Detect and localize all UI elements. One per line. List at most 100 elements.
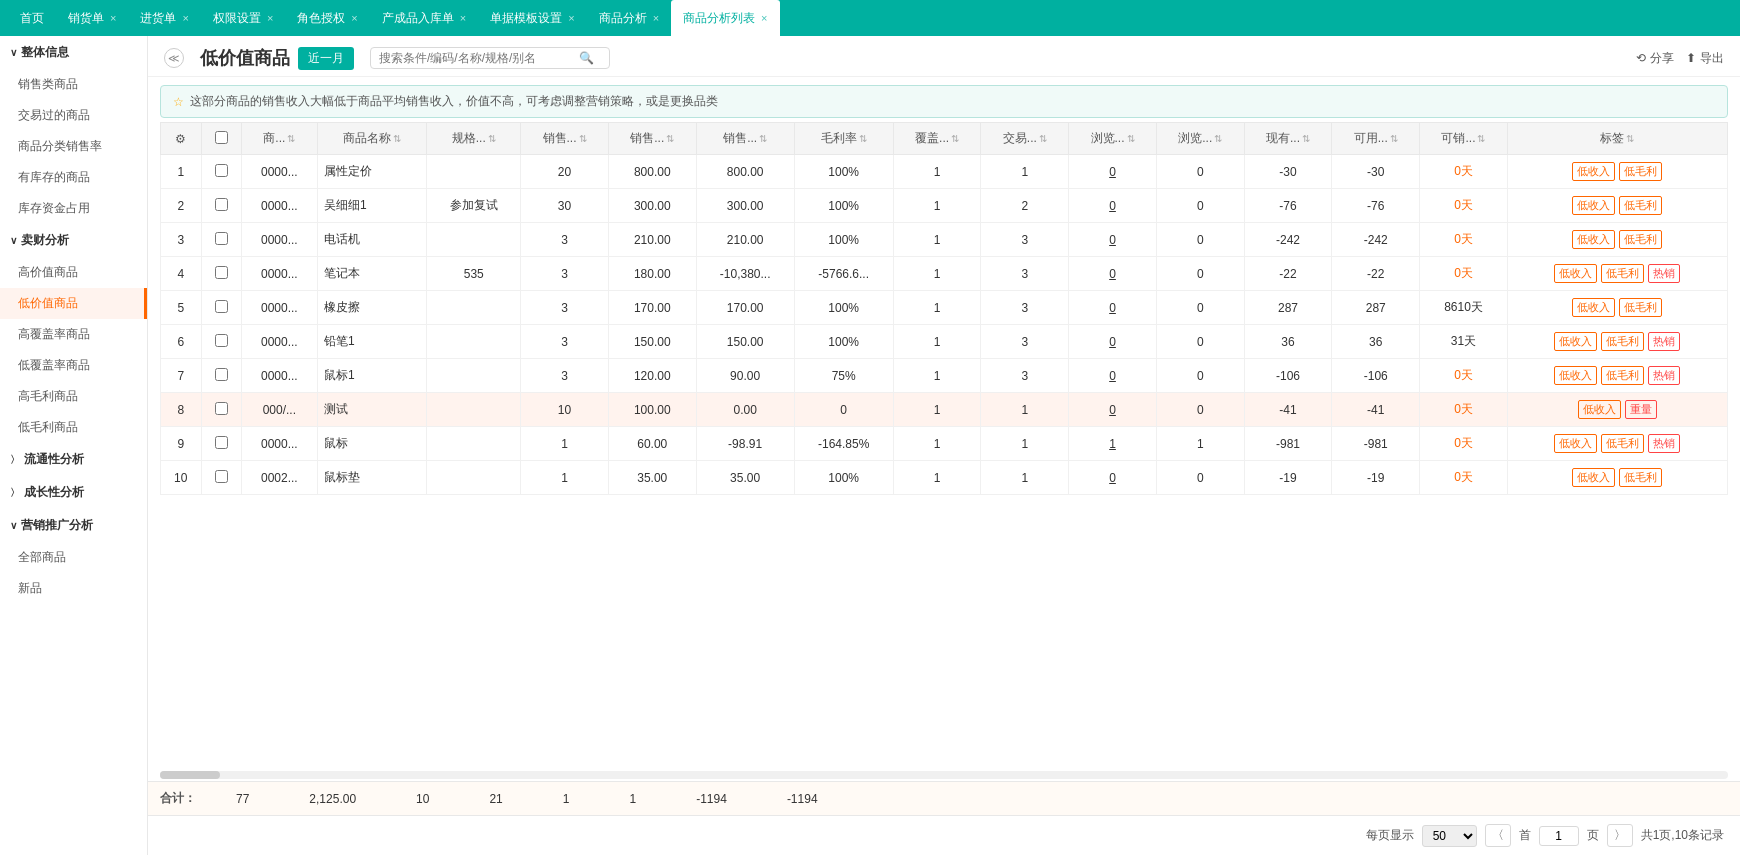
row-name[interactable]: 电话机 xyxy=(318,223,427,257)
export-button[interactable]: ⬆ 导出 xyxy=(1686,50,1724,67)
nav-purchase-order[interactable]: 进货单 × xyxy=(128,0,200,36)
first-page-button[interactable]: 〈 xyxy=(1485,824,1511,847)
sidebar-group-sales-analysis[interactable]: ∨ 卖财分析 xyxy=(0,224,147,257)
col-stock[interactable]: 现有...⇅ xyxy=(1244,123,1332,155)
row-browse1[interactable]: 0 xyxy=(1069,393,1157,427)
col-gross[interactable]: 毛利率⇅ xyxy=(794,123,893,155)
row-browse1[interactable]: 0 xyxy=(1069,223,1157,257)
sidebar-item-high-margin[interactable]: 高毛利商品 xyxy=(0,381,147,412)
row-browse1[interactable]: 0 xyxy=(1069,155,1157,189)
sidebar-collapse-button[interactable]: ≪ xyxy=(164,48,184,68)
row-name[interactable]: 鼠标 xyxy=(318,427,427,461)
row-name[interactable]: 鼠标垫 xyxy=(318,461,427,495)
row-name[interactable]: 测试 xyxy=(318,393,427,427)
sidebar-group-growth[interactable]: 〉 成长性分析 xyxy=(0,476,147,509)
close-icon[interactable]: × xyxy=(182,12,188,24)
nav-inventory[interactable]: 产成品入库单 × xyxy=(370,0,478,36)
close-icon[interactable]: × xyxy=(267,12,273,24)
row-checkbox[interactable] xyxy=(201,393,241,427)
nav-sales-order[interactable]: 销货单 × xyxy=(56,0,128,36)
close-icon[interactable]: × xyxy=(653,12,659,24)
sidebar-item-all-goods[interactable]: 全部商品 xyxy=(0,542,147,573)
search-icon[interactable]: 🔍 xyxy=(579,51,594,65)
col-code[interactable]: 商...⇅ xyxy=(241,123,317,155)
close-icon[interactable]: × xyxy=(351,12,357,24)
row-name[interactable]: 吴细细1 xyxy=(318,189,427,223)
row-checkbox[interactable] xyxy=(201,291,241,325)
nav-roles[interactable]: 角色授权 × xyxy=(285,0,369,36)
col-name[interactable]: 商品名称⇅ xyxy=(318,123,427,155)
scrollbar-thumb[interactable] xyxy=(160,771,220,779)
row-select-checkbox[interactable] xyxy=(215,164,228,177)
col-sale3[interactable]: 销售...⇅ xyxy=(696,123,794,155)
horizontal-scrollbar[interactable] xyxy=(160,771,1728,779)
row-checkbox[interactable] xyxy=(201,461,241,495)
row-checkbox[interactable] xyxy=(201,359,241,393)
close-icon[interactable]: × xyxy=(761,12,767,24)
col-sale2[interactable]: 销售...⇅ xyxy=(608,123,696,155)
row-browse1[interactable]: 0 xyxy=(1069,291,1157,325)
sidebar-item-stock-goods[interactable]: 有库存的商品 xyxy=(0,162,147,193)
sidebar-item-traded-goods[interactable]: 交易过的商品 xyxy=(0,100,147,131)
row-browse1[interactable]: 0 xyxy=(1069,257,1157,291)
sidebar-item-stock-capital[interactable]: 库存资金占用 xyxy=(0,193,147,224)
col-trade[interactable]: 交易...⇅ xyxy=(981,123,1069,155)
row-select-checkbox[interactable] xyxy=(215,232,228,245)
page-number-input[interactable] xyxy=(1539,826,1579,846)
row-checkbox[interactable] xyxy=(201,427,241,461)
row-select-checkbox[interactable] xyxy=(215,436,228,449)
search-input[interactable] xyxy=(379,51,579,65)
close-icon[interactable]: × xyxy=(460,12,466,24)
time-filter-button[interactable]: 近一月 xyxy=(298,47,354,70)
nav-goods-analysis-list[interactable]: 商品分析列表 × xyxy=(671,0,779,36)
row-browse1[interactable]: 1 xyxy=(1069,427,1157,461)
sidebar-item-low-margin[interactable]: 低毛利商品 xyxy=(0,412,147,443)
row-select-checkbox[interactable] xyxy=(215,368,228,381)
col-salable[interactable]: 可销...⇅ xyxy=(1420,123,1508,155)
row-name[interactable]: 铅笔1 xyxy=(318,325,427,359)
row-select-checkbox[interactable] xyxy=(215,402,228,415)
row-checkbox[interactable] xyxy=(201,155,241,189)
row-checkbox[interactable] xyxy=(201,189,241,223)
sidebar-item-new-goods[interactable]: 新品 xyxy=(0,573,147,604)
row-name[interactable]: 橡皮擦 xyxy=(318,291,427,325)
row-select-checkbox[interactable] xyxy=(215,198,228,211)
nav-goods-analysis[interactable]: 商品分析 × xyxy=(587,0,671,36)
sidebar-item-low-coverage[interactable]: 低覆盖率商品 xyxy=(0,350,147,381)
row-select-checkbox[interactable] xyxy=(215,334,228,347)
row-select-checkbox[interactable] xyxy=(215,300,228,313)
col-coverage[interactable]: 覆盖...⇅ xyxy=(893,123,981,155)
next-page-button[interactable]: 〉 xyxy=(1607,824,1633,847)
row-select-checkbox[interactable] xyxy=(215,470,228,483)
col-spec[interactable]: 规格...⇅ xyxy=(427,123,521,155)
sidebar-item-sales-goods[interactable]: 销售类商品 xyxy=(0,69,147,100)
sidebar-item-high-coverage[interactable]: 高覆盖率商品 xyxy=(0,319,147,350)
close-icon[interactable]: × xyxy=(568,12,574,24)
row-checkbox[interactable] xyxy=(201,223,241,257)
close-icon[interactable]: × xyxy=(110,12,116,24)
row-name[interactable]: 鼠标1 xyxy=(318,359,427,393)
sidebar-group-overall[interactable]: ∨ 整体信息 xyxy=(0,36,147,69)
sidebar-item-low-value[interactable]: 低价值商品 xyxy=(0,288,147,319)
sidebar-group-marketing[interactable]: ∨ 营销推广分析 xyxy=(0,509,147,542)
row-select-checkbox[interactable] xyxy=(215,266,228,279)
row-name[interactable]: 笔记本 xyxy=(318,257,427,291)
row-name[interactable]: 属性定价 xyxy=(318,155,427,189)
per-page-select[interactable]: 50 100 200 xyxy=(1422,825,1477,847)
col-browse2[interactable]: 浏览...⇅ xyxy=(1156,123,1244,155)
col-sale1[interactable]: 销售...⇅ xyxy=(521,123,609,155)
row-browse1[interactable]: 0 xyxy=(1069,189,1157,223)
row-browse1[interactable]: 0 xyxy=(1069,461,1157,495)
row-checkbox[interactable] xyxy=(201,257,241,291)
nav-template[interactable]: 单据模板设置 × xyxy=(478,0,586,36)
share-button[interactable]: ⟲ 分享 xyxy=(1636,50,1674,67)
col-browse1[interactable]: 浏览...⇅ xyxy=(1069,123,1157,155)
sidebar-item-high-value[interactable]: 高价值商品 xyxy=(0,257,147,288)
sidebar-item-category-rate[interactable]: 商品分类销售率 xyxy=(0,131,147,162)
nav-home[interactable]: 首页 xyxy=(8,0,56,36)
col-settings[interactable]: ⚙ xyxy=(161,123,202,155)
col-tags[interactable]: 标签⇅ xyxy=(1507,123,1727,155)
select-all-checkbox[interactable] xyxy=(215,131,228,144)
col-avail[interactable]: 可用...⇅ xyxy=(1332,123,1420,155)
sidebar-group-liquidity[interactable]: 〉 流通性分析 xyxy=(0,443,147,476)
